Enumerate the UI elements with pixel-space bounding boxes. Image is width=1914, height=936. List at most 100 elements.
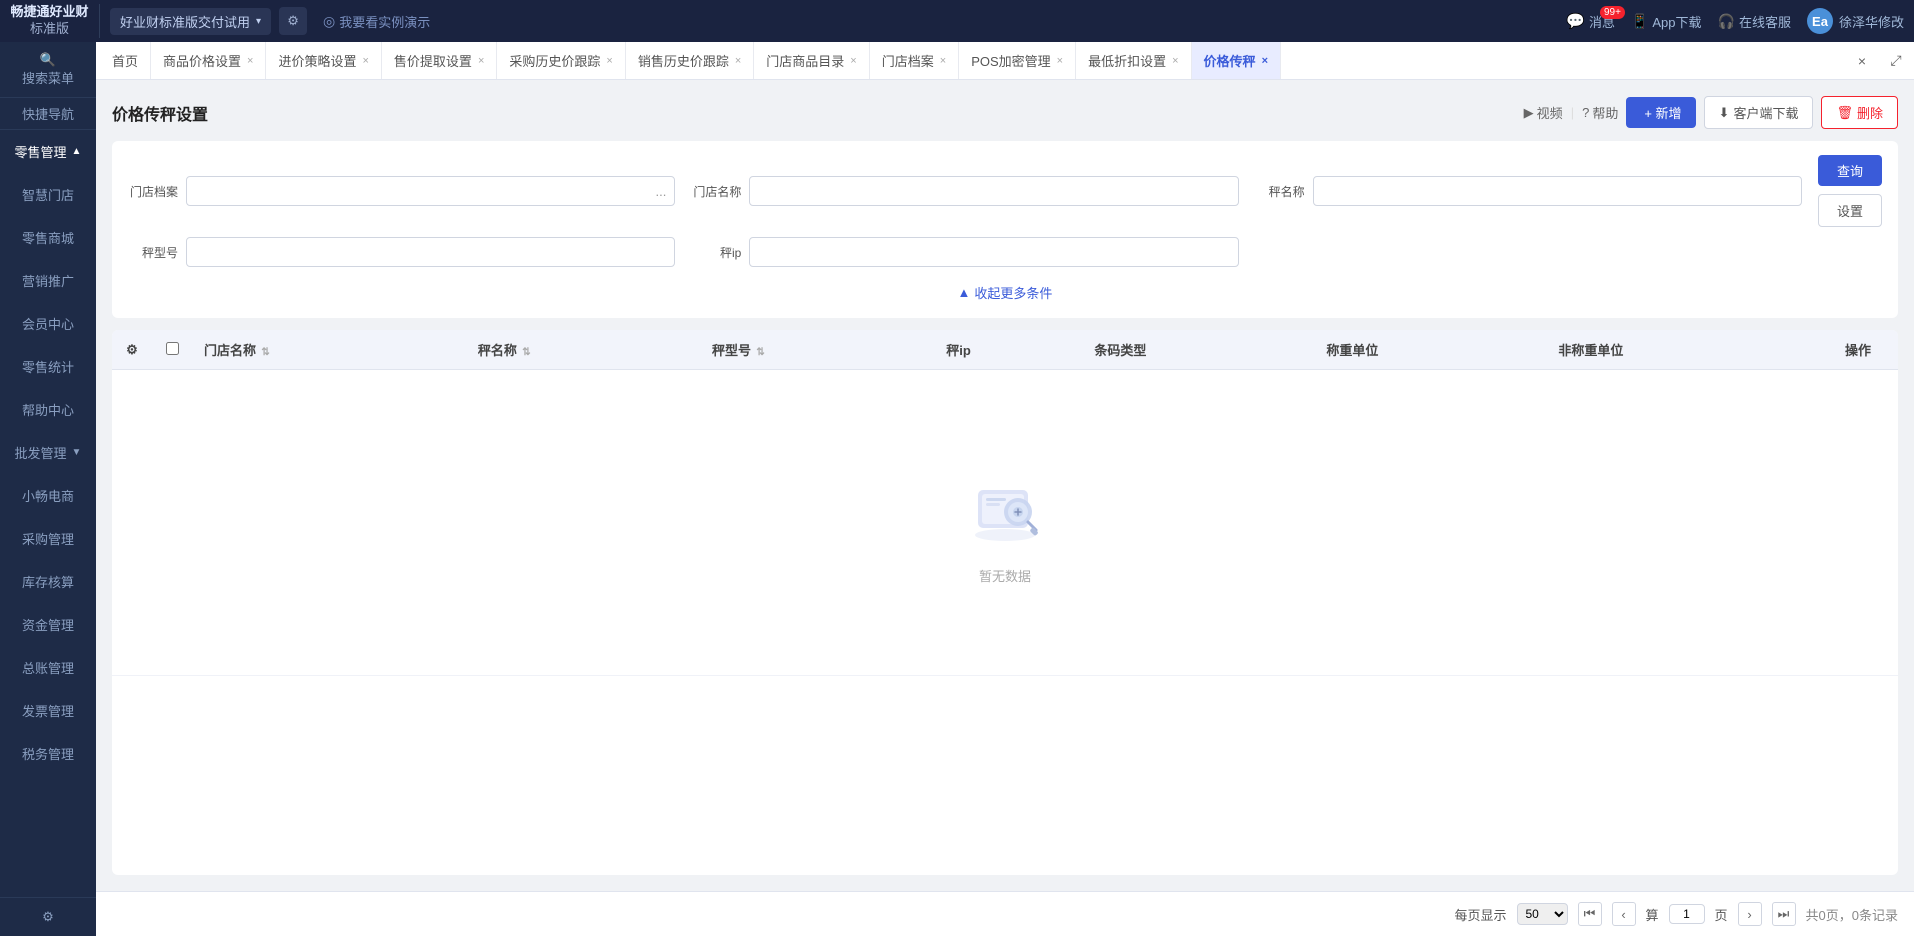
sidebar-item-funds[interactable]: 资金管理 [0,603,96,646]
add-button[interactable]: + 新增 [1626,97,1695,128]
download-button[interactable]: ⬇ 客户端下载 [1704,96,1814,129]
search-icon: 🔍 [40,52,56,67]
tab-label: 进价策略设置 [278,51,356,70]
page-input[interactable] [1669,904,1705,924]
prev-page-button[interactable]: ‹ [1612,902,1636,926]
chevron-up-icon: ▲ [72,146,82,157]
settings-icon[interactable]: ⚙ [279,7,307,35]
collapse-button[interactable]: ▲ 收起更多条件 [958,283,1053,302]
demo-link[interactable]: ◎ 我要看实例演示 [323,12,430,31]
tab-close-icon[interactable]: × [1262,55,1268,67]
tab-close-icon[interactable]: × [850,55,856,67]
sidebar-item-purchase[interactable]: 采购管理 [0,517,96,560]
scale-ip-input[interactable] [749,237,1238,267]
ellipsis-icon[interactable]: ... [655,184,666,199]
table-head: ⚙ 门店名称 ⇅ 秤名称 [112,330,1898,370]
user-menu[interactable]: Ea 徐泽华修改 [1807,8,1904,34]
tab-purchase-history[interactable]: 采购历史价跟踪 × [497,42,625,80]
sidebar-item-invoice[interactable]: 发票管理 [0,689,96,732]
tab-purchase-strategy[interactable]: 进价策略设置 × [266,42,381,80]
top-bar-right: 💬 消息 99+ 📱 App下载 🎧 在线客服 Ea 徐泽华修改 [1566,8,1904,34]
avatar-initials: Ea [1812,14,1828,29]
tab-price-scale[interactable]: 价格传秤 × [1192,42,1281,80]
tab-pos[interactable]: POS加密管理 × [959,42,1076,80]
settings-filter-button[interactable]: 设置 [1818,194,1882,227]
sidebar-item-label: 零售统计 [22,357,74,376]
sidebar-item-member[interactable]: 会员中心 [0,302,96,345]
messages-button[interactable]: 💬 消息 99+ [1566,12,1615,31]
sidebar-item-smart-store[interactable]: 智慧门店 [0,173,96,216]
scale-model-input[interactable] [186,237,675,267]
th-barcode-type: 条码类型 [1082,330,1314,370]
sort-icon: ⇅ [261,347,269,358]
sidebar-item-mini-ecommerce[interactable]: 小畅电商 [0,474,96,517]
sidebar-item-label: 库存核算 [22,572,74,591]
last-page-button[interactable]: ⏭ [1772,902,1796,926]
empty-state-cell: 暂无数据 [112,370,1898,676]
sidebar-item-help[interactable]: 帮助中心 [0,388,96,431]
sidebar-item-retail-stats[interactable]: 零售统计 [0,345,96,388]
store-name-field: 门店名称 [691,176,1238,206]
per-page-select[interactable]: 50 20 100 [1517,903,1568,925]
sidebar-item-tax[interactable]: 税务管理 [0,732,96,775]
first-page-button[interactable]: ⏮ [1578,902,1602,926]
sidebar-settings-btn[interactable]: ⚙ [0,897,96,936]
tab-home[interactable]: 首页 [100,42,151,80]
avatar: Ea [1807,8,1833,34]
tab-close-icon[interactable]: × [606,55,612,67]
th-scale-ip-label: 秤ip [946,343,971,358]
sidebar-item-marketing[interactable]: 营销推广 [0,259,96,302]
app-download-button[interactable]: 📱 App下载 [1631,12,1702,31]
next-page-button[interactable]: › [1738,902,1762,926]
column-settings-icon[interactable]: ⚙ [126,342,138,357]
tab-close-icon[interactable]: × [478,55,484,67]
tab-close-icon[interactable]: × [940,55,946,67]
page-text: 算 [1646,905,1659,924]
video-link[interactable]: ▶ 视频 [1524,103,1563,122]
username-label: 徐泽华修改 [1839,12,1904,31]
help-label: 帮助 [1592,103,1618,122]
delete-button[interactable]: 🗑 删除 [1821,96,1898,129]
video-label: 视频 [1537,103,1563,122]
tab-home-label: 首页 [112,51,138,70]
tab-min-discount[interactable]: 最低折扣设置 × [1076,42,1191,80]
select-all-checkbox[interactable] [166,342,179,355]
tab-store-catalog[interactable]: 门店商品目录 × [754,42,869,80]
query-button[interactable]: 查询 [1818,155,1882,186]
add-label: + 新增 [1644,103,1681,122]
sidebar-item-label: 零售商城 [22,228,74,247]
sidebar-item-wholesale[interactable]: 批发管理 ▼ [0,431,96,474]
th-scale-name-label: 秤名称 [478,343,517,358]
tab-close-all-button[interactable]: × [1848,47,1876,75]
logo-main-text: 畅捷通好业财 [10,4,88,21]
online-service-button[interactable]: 🎧 在线客服 [1718,12,1791,31]
tab-sale-price[interactable]: 售价提取设置 × [382,42,497,80]
tab-goods-price[interactable]: 商品价格设置 × [151,42,266,80]
th-checkbox [152,330,192,370]
sidebar-quick-nav[interactable]: 快捷导航 [0,98,96,130]
sidebar-item-general-ledger[interactable]: 总账管理 [0,646,96,689]
empty-text: 暂无数据 [979,566,1031,585]
sidebar-item-label: 资金管理 [22,615,74,634]
store-name-input[interactable] [749,176,1238,206]
scale-name-input[interactable] [1313,176,1802,206]
sidebar-search[interactable]: 🔍 搜索菜单 [0,42,96,98]
sidebar-item-inventory[interactable]: 库存核算 [0,560,96,603]
tab-close-icon[interactable]: × [1172,55,1178,67]
chevron-down-icon: ▾ [256,16,261,27]
tab-store-files[interactable]: 门店档案 × [870,42,959,80]
collapse-label: 收起更多条件 [974,283,1052,302]
help-link[interactable]: ? 帮助 [1582,103,1618,122]
version-selector[interactable]: 好业财标准版交付试用 ▾ [110,8,271,35]
tab-close-icon[interactable]: × [247,55,253,67]
tab-close-icon[interactable]: × [362,55,368,67]
demo-circle-icon: ◎ [323,13,335,30]
version-label: 好业财标准版交付试用 [120,12,250,31]
tab-expand-button[interactable]: ⤢ [1882,47,1910,75]
sidebar-item-retail-mall[interactable]: 零售商城 [0,216,96,259]
tab-close-icon[interactable]: × [1057,55,1063,67]
tab-sale-history[interactable]: 销售历史价跟踪 × [626,42,754,80]
sidebar-item-retail-mgmt[interactable]: 零售管理 ▲ [0,130,96,173]
tab-close-icon[interactable]: × [735,55,741,67]
store-file-input[interactable] [195,176,666,206]
